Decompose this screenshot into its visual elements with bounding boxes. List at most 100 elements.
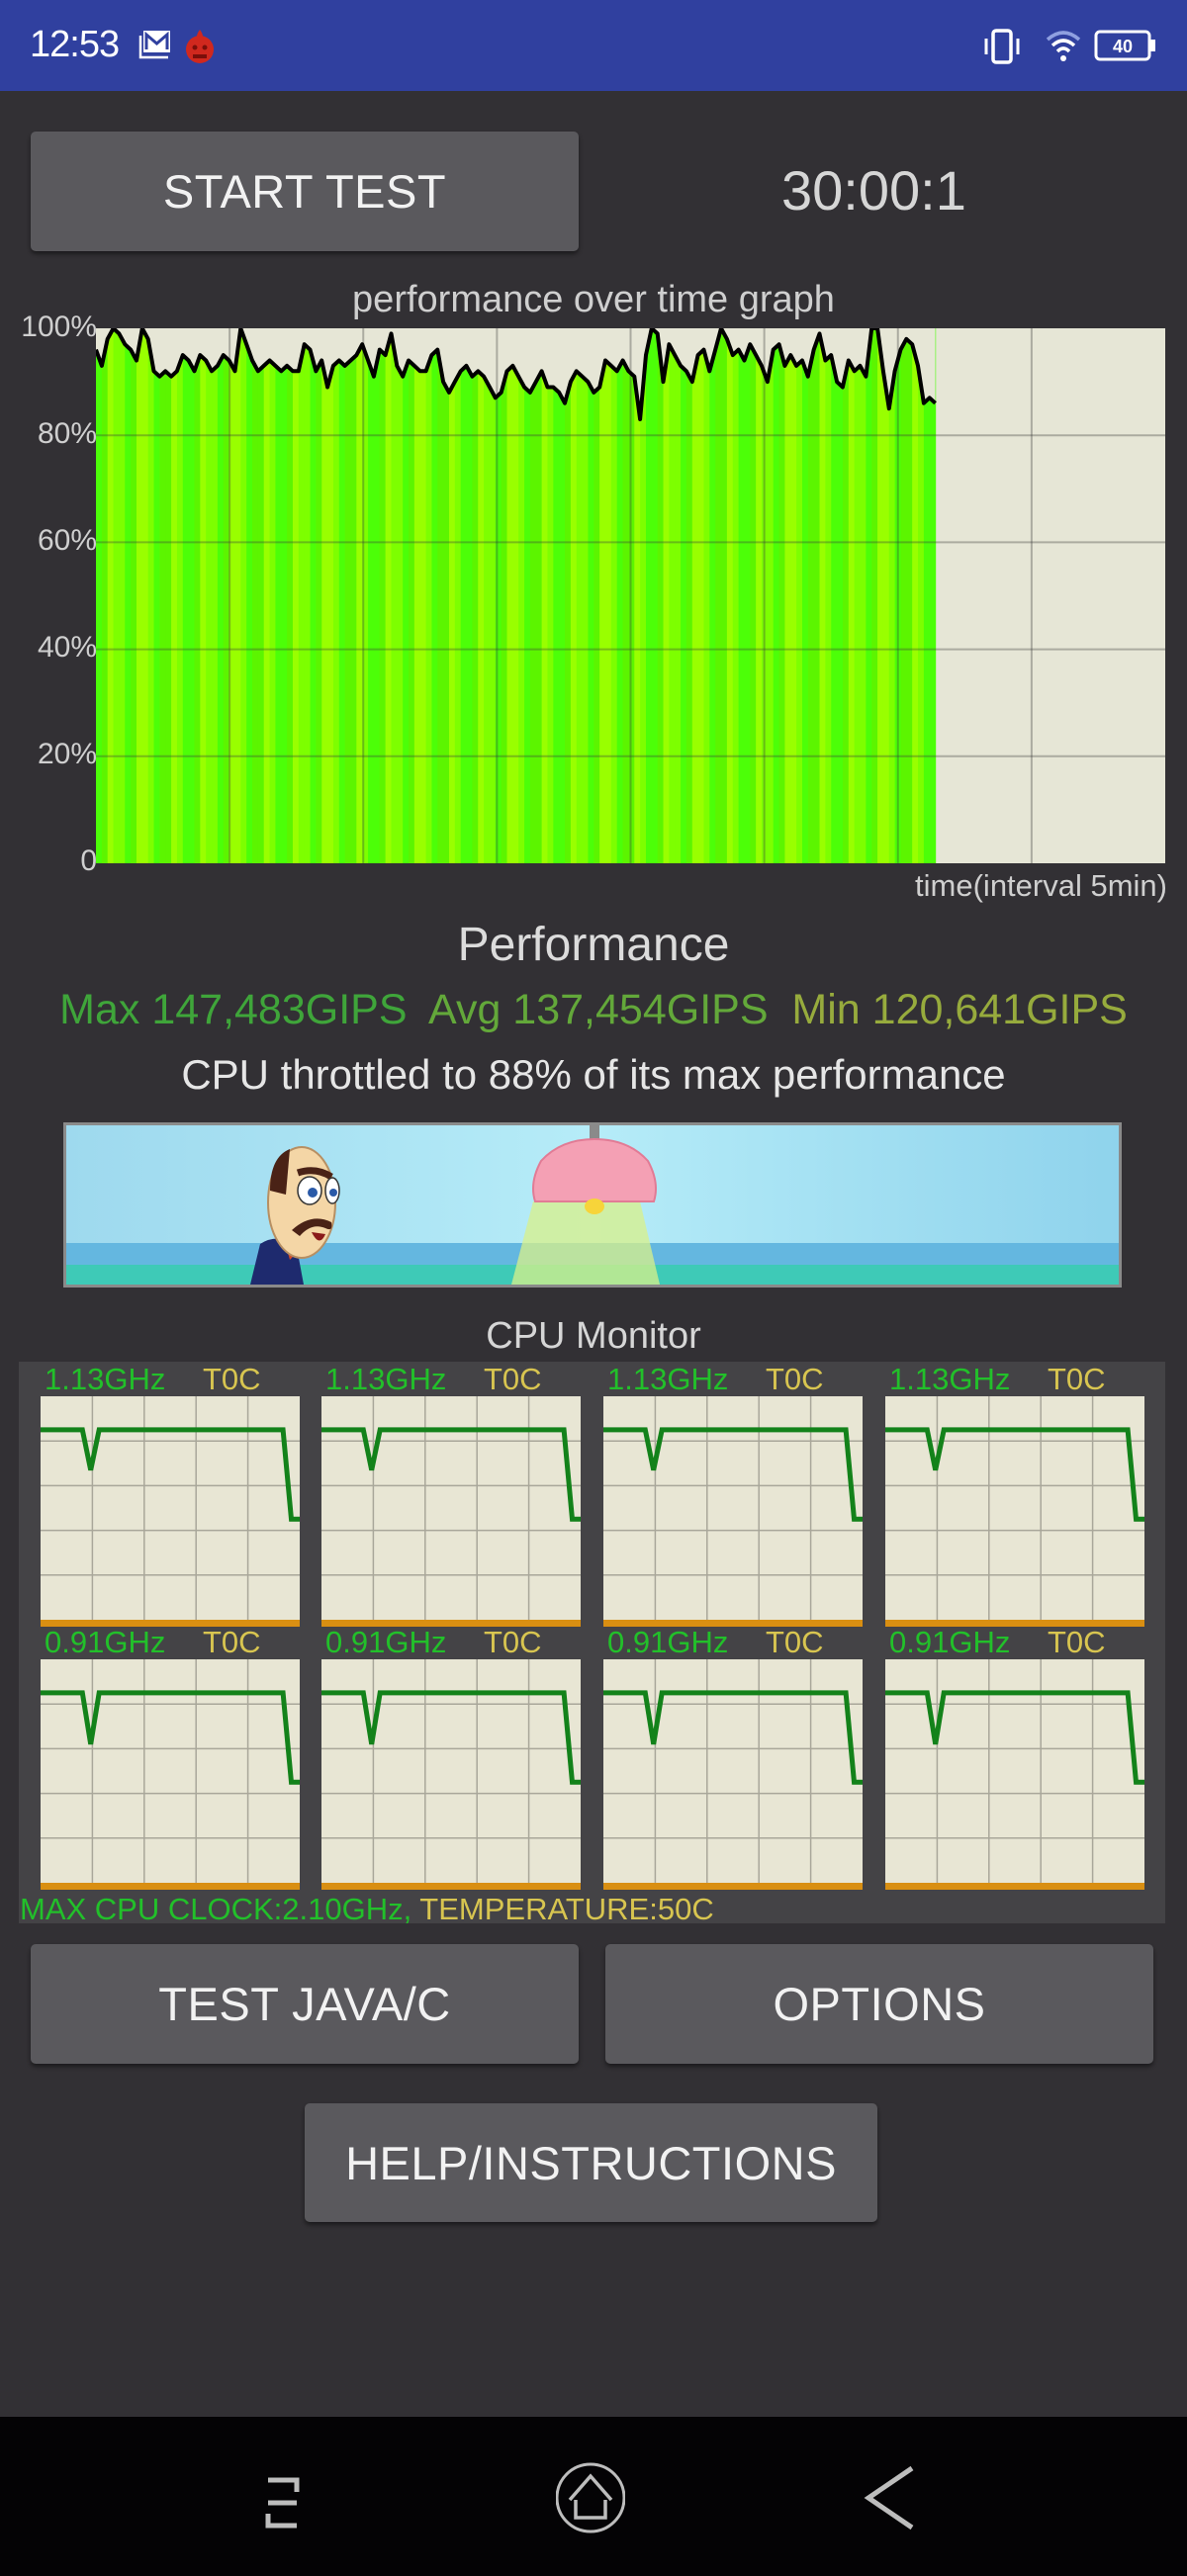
fill-band xyxy=(275,328,282,863)
core-frequency: 0.91GHz xyxy=(325,1625,447,1659)
home-icon[interactable] xyxy=(556,2462,625,2533)
core-temperature: T0C xyxy=(203,1625,261,1659)
core-temperature: T0C xyxy=(1048,1625,1106,1659)
back-icon[interactable] xyxy=(857,2462,926,2533)
battery-level: 40 xyxy=(1113,37,1133,56)
options-button[interactable]: OPTIONS xyxy=(605,1944,1153,2064)
fill-band xyxy=(107,328,115,863)
fill-band xyxy=(281,328,288,863)
core-frequency: 0.91GHz xyxy=(607,1625,729,1659)
fill-band xyxy=(368,328,375,863)
fill-band xyxy=(541,328,549,863)
min-performance: Min 120,641GIPS xyxy=(791,986,1128,1033)
fill-band xyxy=(871,328,878,863)
fill-band xyxy=(599,328,606,863)
fill-band xyxy=(489,328,497,863)
fill-band xyxy=(732,328,740,863)
core-frequency-graph xyxy=(321,1659,581,1890)
fill-band xyxy=(784,328,791,863)
fill-band xyxy=(176,328,184,863)
fill-band xyxy=(403,328,410,863)
fill-band xyxy=(252,328,259,863)
fill-band xyxy=(773,328,780,863)
help-instructions-button[interactable]: HELP/INSTRUCTIONS xyxy=(305,2103,877,2222)
fill-band xyxy=(136,328,143,863)
core-temperature: T0C xyxy=(766,1362,824,1396)
fill-band xyxy=(257,328,265,863)
fill-band xyxy=(622,328,630,863)
fill-band xyxy=(576,328,584,863)
fill-band xyxy=(419,328,427,863)
graph-title: performance over time graph xyxy=(352,279,835,320)
fill-band xyxy=(200,328,207,863)
fill-band xyxy=(246,328,253,863)
fill-band xyxy=(685,328,693,863)
core-frequency: 1.13GHz xyxy=(325,1362,447,1396)
fill-band xyxy=(524,328,531,863)
fill-band xyxy=(866,328,872,863)
fill-band xyxy=(512,328,519,863)
fill-band xyxy=(559,328,566,863)
ad-banner[interactable] xyxy=(63,1122,1122,1288)
cpu-core-1: 1.13GHz T0C xyxy=(321,1362,581,1629)
fill-band xyxy=(327,328,334,863)
y-tick-label: 60% xyxy=(37,524,97,557)
fill-band xyxy=(171,328,178,863)
fill-band xyxy=(744,328,751,863)
test-java-c-button[interactable]: TEST JAVA/C xyxy=(31,1944,579,2064)
fill-band xyxy=(715,328,722,863)
fill-band xyxy=(159,328,166,863)
status-time: 12:53 xyxy=(30,24,120,65)
fill-band xyxy=(819,328,826,863)
fill-band xyxy=(703,328,710,863)
battery-icon: 40 xyxy=(1094,30,1155,61)
cpu-temperature: TEMPERATURE:50C xyxy=(419,1892,714,1926)
fill-band xyxy=(854,328,862,863)
fill-band xyxy=(391,328,398,863)
core-frequency: 1.13GHz xyxy=(45,1362,166,1396)
fill-band xyxy=(385,328,393,863)
core-temperature: T0C xyxy=(484,1362,542,1396)
fill-band xyxy=(547,328,554,863)
x-axis-label: time(interval 5min) xyxy=(915,868,1167,903)
fill-band xyxy=(316,328,322,863)
fill-band xyxy=(594,328,600,863)
fill-band xyxy=(553,328,560,863)
core-temperature: T0C xyxy=(766,1625,824,1659)
performance-stats: Max 147,483GIPS Avg 137,454GIPS Min 120,… xyxy=(0,986,1187,1034)
core-frequency-graph xyxy=(41,1396,300,1627)
max-performance: Max 147,483GIPS xyxy=(59,986,408,1033)
fill-band xyxy=(605,328,612,863)
test-timer: 30:00:1 xyxy=(781,159,966,222)
core-temperature: T0C xyxy=(203,1362,261,1396)
fill-band xyxy=(269,328,277,863)
performance-title: Performance xyxy=(457,919,730,971)
fill-band xyxy=(588,328,594,863)
fill-band xyxy=(409,328,415,863)
fill-band xyxy=(125,328,132,863)
cpu-core-0: 1.13GHz T0C xyxy=(41,1362,300,1629)
y-tick-label: 20% xyxy=(37,738,97,770)
cpu-core-6: 0.91GHz T0C xyxy=(603,1625,863,1892)
fill-band xyxy=(472,328,479,863)
start-test-button[interactable]: START TEST xyxy=(31,132,579,251)
recent-apps-icon[interactable] xyxy=(262,2462,331,2533)
gmail-icon xyxy=(138,31,170,59)
y-tick-label: 100% xyxy=(21,311,97,343)
fill-band xyxy=(721,328,728,863)
core-frequency-graph xyxy=(603,1396,863,1627)
cpu-monitor-title: CPU Monitor xyxy=(486,1315,701,1357)
fill-band xyxy=(610,328,618,863)
y-tick-label: 0 xyxy=(80,844,97,877)
fill-band xyxy=(332,328,340,863)
fill-band xyxy=(582,328,590,863)
fill-band xyxy=(287,328,294,863)
core-frequency-graph xyxy=(885,1396,1144,1627)
fill-band xyxy=(651,328,659,863)
fill-band xyxy=(529,328,537,863)
fill-band xyxy=(484,328,491,863)
avg-performance: Avg 137,454GIPS xyxy=(428,986,769,1033)
fill-band xyxy=(807,328,815,863)
cpu-core-3: 1.13GHz T0C xyxy=(885,1362,1144,1629)
bug-notification-icon xyxy=(186,30,214,63)
